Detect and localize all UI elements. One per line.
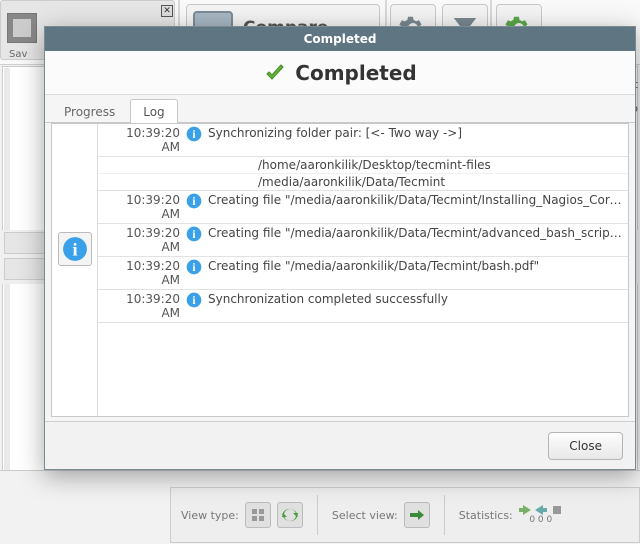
dialog-titlebar[interactable]: Completed (45, 27, 635, 51)
tab-progress[interactable]: Progress (51, 99, 128, 123)
log-message: Creating file "/media/aaronkilik/Data/Te… (208, 193, 622, 207)
status-separator (444, 495, 445, 535)
dialog-tabs: Progress Log (45, 95, 635, 123)
panel-close-icon[interactable]: ✕ (161, 5, 173, 17)
svg-text:i: i (192, 229, 195, 241)
svg-text:i: i (192, 262, 195, 274)
status-separator (317, 495, 318, 535)
info-icon: i (186, 226, 202, 242)
tab-log[interactable]: Log (130, 99, 177, 123)
info-icon: i (186, 259, 202, 275)
info-icon: i (186, 292, 202, 308)
viewtype-label: View type: (181, 509, 239, 522)
viewtype-action-button[interactable] (277, 502, 303, 528)
dialog-header: Completed (45, 51, 635, 95)
log-timestamp: 10:39:20 AM (104, 292, 180, 320)
svg-text:i: i (192, 295, 195, 307)
category-icon (250, 507, 266, 523)
sync-icon (282, 507, 298, 523)
selectview-group: Select view: (332, 502, 430, 528)
log-message: Creating file "/media/aaronkilik/Data/Te… (208, 226, 622, 240)
dialog-footer: Close (45, 421, 635, 469)
selectview-button[interactable] (404, 502, 430, 528)
info-icon: i (62, 236, 88, 262)
viewtype-category-button[interactable] (245, 502, 271, 528)
log-panel: i 10:39:20 AM i Synchronizing folder pair:… (51, 123, 629, 417)
save-button[interactable] (7, 13, 37, 43)
svg-text:i: i (192, 129, 195, 141)
log-timestamp: 10:39:20 AM (104, 226, 180, 254)
selectview-label: Select view: (332, 509, 398, 522)
arrow-right-plus-icon (409, 507, 425, 523)
dialog-header-title: Completed (295, 61, 416, 85)
info-icon: i (186, 193, 202, 209)
log-message: Synchronizing folder pair: [<- Two way -… (208, 126, 622, 140)
log-timestamp: 10:39:20 AM (104, 259, 180, 287)
log-sub-path: /media/aaronkilik/Data/Tecmint (98, 174, 628, 191)
info-icon: i (186, 126, 202, 142)
close-button[interactable]: Close (548, 432, 623, 460)
stat-delete-icon (551, 505, 563, 515)
svg-text:i: i (192, 196, 195, 208)
save-label: Sav (9, 49, 27, 60)
log-list[interactable]: 10:39:20 AM i Synchronizing folder pair: [… (98, 124, 628, 416)
log-timestamp: 10:39:20 AM (104, 126, 180, 154)
check-icon (263, 61, 287, 85)
log-timestamp: 10:39:20 AM (104, 193, 180, 221)
log-row[interactable]: 10:39:20 AM i Synchronizing folder pair: [… (98, 124, 628, 157)
svg-text:i: i (72, 240, 77, 260)
log-row[interactable]: 10:39:20 AM i Synchronization completed su… (98, 290, 628, 323)
statistics-group: Statistics: 0 0 0 (459, 505, 563, 525)
bottom-panel: View type: Select view: Statistics: (0, 470, 640, 543)
completed-dialog: Completed Completed Progress Log i 10:39… (44, 26, 636, 470)
stat-create-left-icon (519, 505, 531, 515)
log-message: Synchronization completed successfully (208, 292, 622, 306)
log-summary-info-button[interactable]: i (58, 232, 92, 266)
log-row[interactable]: 10:39:20 AM i Creating file "/media/aaronk… (98, 191, 628, 224)
log-row[interactable]: 10:39:20 AM i Creating file "/media/aaronk… (98, 224, 628, 257)
status-bar: View type: Select view: Statistics: (170, 487, 640, 543)
log-row[interactable]: 10:39:20 AM i Creating file "/media/aaronk… (98, 257, 628, 290)
log-sub-path: /home/aaronkilik/Desktop/tecmint-files (98, 157, 628, 174)
viewtype-group: View type: (181, 502, 303, 528)
log-message: Creating file "/media/aaronkilik/Data/Te… (208, 259, 622, 273)
statistics-values: 0 0 0 (529, 515, 552, 525)
log-sidebar: i (52, 124, 98, 416)
statistics-label: Statistics: (459, 509, 513, 522)
stat-update-icon (535, 505, 547, 515)
